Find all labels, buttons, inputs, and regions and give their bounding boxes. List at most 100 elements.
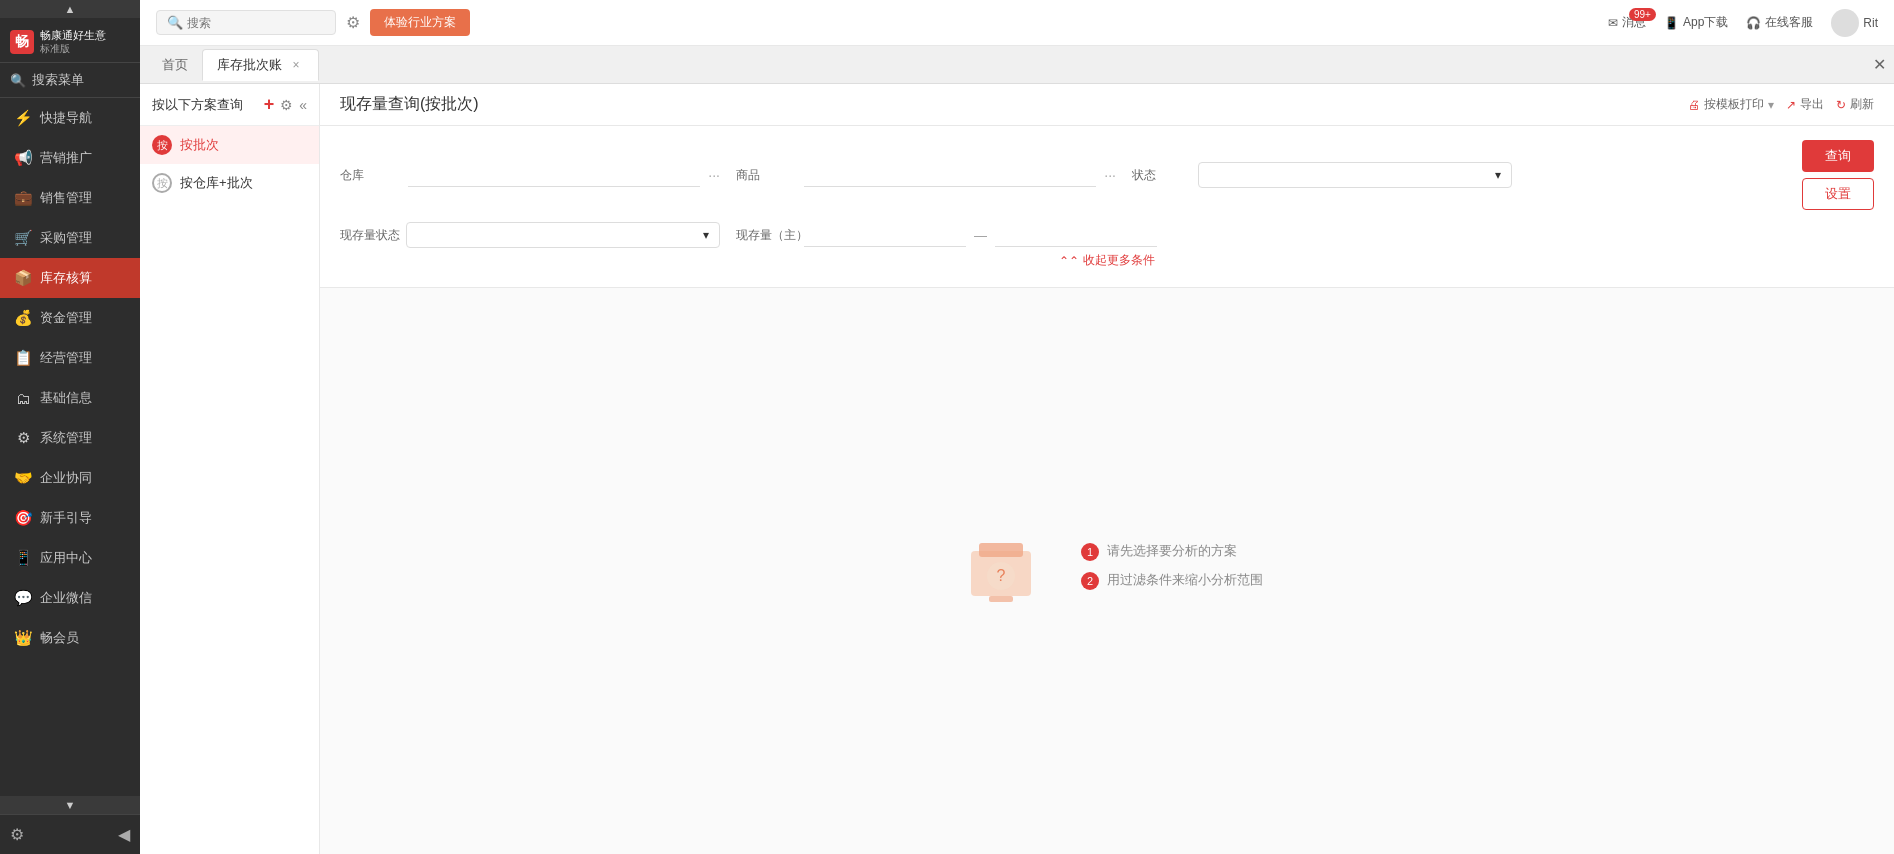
collapse-more-conditions[interactable]: ⌃⌃ 收起更多条件 (340, 248, 1874, 273)
print-icon: 🖨 (1688, 98, 1700, 112)
tab-inventory-batch-label: 库存批次账 (217, 56, 282, 74)
sidebar-item-appcenter[interactable]: 📱 应用中心 (0, 538, 140, 578)
warehouse-dots[interactable]: ··· (708, 167, 720, 183)
nav-icon-sales: 💼 (14, 189, 32, 207)
right-panel: 现存量查询(按批次) 🖨 按模板打印 ▾ ↗ 导出 ↻ 刷新 (320, 84, 1894, 854)
stock-qty-max-input[interactable] (995, 224, 1157, 247)
nav-label-wxwork: 企业微信 (40, 589, 92, 607)
scheme-item-batch[interactable]: 按 按批次 (140, 126, 319, 164)
sidebar-item-wxwork[interactable]: 💬 企业微信 (0, 578, 140, 618)
left-panel-title: 按以下方案查询 (152, 96, 243, 114)
sidebar-search-label: 搜索菜单 (32, 71, 84, 89)
refresh-label: 刷新 (1850, 96, 1874, 113)
sidebar-item-sales[interactable]: 💼 销售管理 (0, 178, 140, 218)
sidebar-footer: ⚙ ◀ (0, 814, 140, 854)
scheme-label-batch: 按批次 (180, 136, 219, 154)
customer-service-button[interactable]: 🎧 在线客服 (1746, 14, 1813, 31)
sidebar-item-operations[interactable]: 📋 经营管理 (0, 338, 140, 378)
sidebar-item-basic[interactable]: 🗂 基础信息 (0, 378, 140, 418)
warehouse-label: 仓库 (340, 167, 400, 184)
print-dropdown-icon[interactable]: ▾ (1768, 98, 1774, 112)
trial-button[interactable]: 体验行业方案 (370, 9, 470, 36)
topbar-right: ✉ 消息 99+ 📱 App下载 🎧 在线客服 Rit (1608, 9, 1878, 37)
topbar: 🔍 ⚙ 体验行业方案 ✉ 消息 99+ 📱 App下载 🎧 在线客服 Rit (140, 0, 1894, 46)
brand-name: 畅康通好生意 (40, 28, 106, 42)
stock-qty-filter: 现存量（主） — (736, 224, 1116, 247)
empty-illustration: ? (951, 521, 1051, 621)
tip-num-2: 2 (1081, 572, 1099, 590)
scheme-icon-warehouse: 按 (152, 173, 172, 193)
page-title: 现存量查询(按批次) (340, 94, 479, 115)
panel-close-button[interactable]: ✕ (1873, 55, 1886, 74)
app-download-button[interactable]: 📱 App下载 (1664, 14, 1728, 31)
tabbar: 首页 库存批次账 × ✕ (140, 46, 1894, 84)
sidebar-item-newbie[interactable]: 🎯 新手引导 (0, 498, 140, 538)
empty-tip-1: 1 请先选择要分析的方案 (1081, 542, 1263, 561)
nav-label-quicknav: 快捷导航 (40, 109, 92, 127)
nav-label-purchase: 采购管理 (40, 229, 92, 247)
nav-label-basic: 基础信息 (40, 389, 92, 407)
export-button[interactable]: ↗ 导出 (1786, 96, 1824, 113)
nav-icon-marketing: 📢 (14, 149, 32, 167)
message-button[interactable]: ✉ 消息 99+ (1608, 14, 1646, 31)
nav-icon-purchase: 🛒 (14, 229, 32, 247)
product-input[interactable] (804, 164, 1096, 187)
tab-home-label: 首页 (162, 56, 188, 74)
sidebar-item-member[interactable]: 👑 畅会员 (0, 618, 140, 658)
user-profile-button[interactable]: Rit (1831, 9, 1878, 37)
message-icon: ✉ (1608, 16, 1618, 30)
page-header-actions: 🖨 按模板打印 ▾ ↗ 导出 ↻ 刷新 (1688, 96, 1874, 113)
product-dots[interactable]: ··· (1104, 167, 1116, 183)
topbar-gear-icon[interactable]: ⚙ (346, 13, 360, 32)
tab-home[interactable]: 首页 (148, 50, 202, 80)
left-panel-header: 按以下方案查询 + ⚙ « (140, 84, 319, 126)
stock-qty-label: 现存量（主） (736, 227, 796, 244)
tip-text-2: 用过滤条件来缩小分析范围 (1107, 571, 1263, 589)
service-icon: 🎧 (1746, 16, 1761, 30)
sidebar-item-quicknav[interactable]: ⚡ 快捷导航 (0, 98, 140, 138)
sidebar-item-purchase[interactable]: 🛒 采购管理 (0, 218, 140, 258)
topbar-search-box[interactable]: 🔍 (156, 10, 336, 35)
stock-qty-min-input[interactable] (804, 224, 966, 247)
print-button[interactable]: 🖨 按模板打印 ▾ (1688, 96, 1774, 113)
status-select[interactable]: ▾ (1198, 162, 1512, 188)
sidebar-item-enterprise[interactable]: 🤝 企业协同 (0, 458, 140, 498)
nav-icon-inventory: 📦 (14, 269, 32, 287)
scheme-label-warehouse: 按仓库+批次 (180, 174, 253, 192)
add-scheme-button[interactable]: + (264, 94, 275, 115)
tab-inventory-batch[interactable]: 库存批次账 × (202, 49, 319, 81)
filter-top-row: 仓库 ··· 商品 ··· 状态 (340, 140, 1874, 248)
nav-icon-finance: 💰 (14, 309, 32, 327)
sidebar-item-system[interactable]: ⚙ 系统管理 (0, 418, 140, 458)
refresh-button[interactable]: ↻ 刷新 (1836, 96, 1874, 113)
sidebar-item-inventory[interactable]: 📦 库存核算 (0, 258, 140, 298)
topbar-search-input[interactable] (187, 16, 307, 30)
svg-rect-4 (989, 596, 1013, 602)
warehouse-input[interactable] (408, 164, 700, 187)
svg-rect-1 (979, 543, 1023, 557)
settings-icon[interactable]: ⚙ (10, 825, 24, 844)
sidebar-search[interactable]: 🔍 搜索菜单 (0, 63, 140, 98)
sidebar-item-marketing[interactable]: 📢 营销推广 (0, 138, 140, 178)
sidebar-scroll-up[interactable]: ▲ (0, 0, 140, 18)
topbar-search-icon: 🔍 (167, 15, 183, 30)
sidebar-item-finance[interactable]: 💰 资金管理 (0, 298, 140, 338)
tab-close-button[interactable]: × (288, 57, 304, 73)
nav-label-system: 系统管理 (40, 429, 92, 447)
nav-icon-operations: 📋 (14, 349, 32, 367)
message-badge: 99+ (1629, 8, 1656, 21)
stock-status-select[interactable]: ▾ (406, 222, 720, 248)
left-panel-collapse-icon[interactable]: « (299, 97, 307, 113)
sidebar-scroll-down[interactable]: ▼ (0, 796, 140, 814)
query-button[interactable]: 查询 (1802, 140, 1874, 172)
empty-tips: 1 请先选择要分析的方案 2 用过滤条件来缩小分析范围 (1081, 542, 1263, 600)
filter-area: 仓库 ··· 商品 ··· 状态 (320, 126, 1894, 288)
collapse-sidebar-button[interactable]: ◀ (118, 825, 130, 844)
nav-label-marketing: 营销推广 (40, 149, 92, 167)
scheme-item-warehouse-batch[interactable]: 按 按仓库+批次 (140, 164, 319, 202)
stock-status-label: 现存量状态 (340, 227, 400, 244)
filter-settings-button[interactable]: 设置 (1802, 178, 1874, 210)
brand: 畅 畅康通好生意 标准版 (10, 28, 130, 56)
scheme-settings-icon[interactable]: ⚙ (280, 97, 293, 113)
page-header: 现存量查询(按批次) 🖨 按模板打印 ▾ ↗ 导出 ↻ 刷新 (320, 84, 1894, 126)
